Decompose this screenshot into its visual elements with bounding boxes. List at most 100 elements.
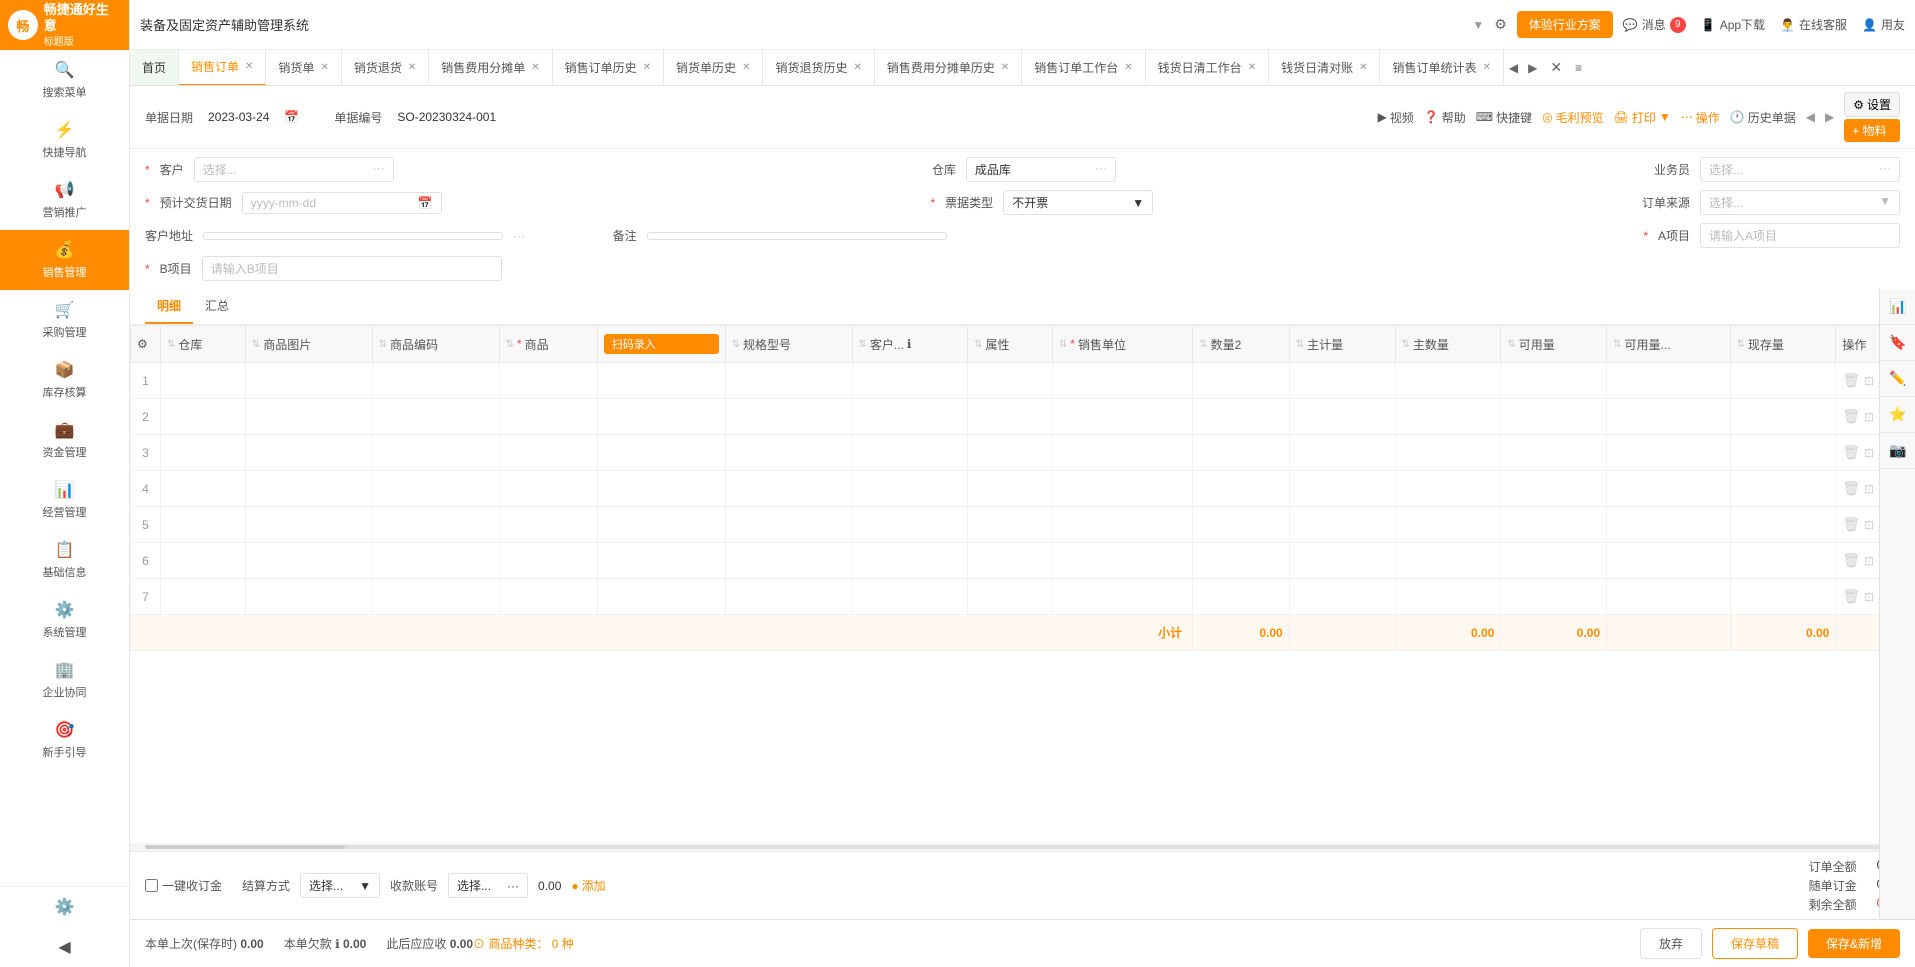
add-material-btn[interactable]: + 物料 xyxy=(1844,119,1900,142)
copy-row-btn[interactable]: ⊡ xyxy=(1864,374,1874,388)
row-available-qty[interactable] xyxy=(1501,471,1607,507)
row-stock-qty[interactable] xyxy=(1730,471,1836,507)
order-source-input[interactable]: 选择... ▼ xyxy=(1700,190,1900,215)
user-btn[interactable]: 👤 用友 xyxy=(1862,16,1905,33)
sidebar-item-search[interactable]: 🔍 搜索菜单 xyxy=(0,50,129,110)
tab-sales-order-stats[interactable]: 销售订单统计表 ✕ xyxy=(1380,50,1503,86)
staff-input[interactable]: 选择... ··· xyxy=(1700,157,1900,182)
row-main-unit[interactable] xyxy=(1289,543,1395,579)
tab-close-icon[interactable]: ✕ xyxy=(1248,62,1256,73)
tab-detail[interactable]: 明细 xyxy=(145,289,193,324)
row-product-code[interactable] xyxy=(372,579,499,615)
row-available-qty[interactable] xyxy=(1501,399,1607,435)
profit-preview-btn[interactable]: ◎ 毛利预览 xyxy=(1542,109,1604,126)
row-spec[interactable] xyxy=(725,579,852,615)
row-product-code[interactable] xyxy=(372,363,499,399)
online-service-btn[interactable]: 👨‍💼 在线客服 xyxy=(1780,16,1847,33)
quick-order-checkbox[interactable]: 一键收订金 xyxy=(145,877,222,894)
tab-close-icon[interactable]: ✕ xyxy=(1124,62,1132,73)
row-main-qty[interactable] xyxy=(1395,579,1501,615)
row-sales-unit[interactable] xyxy=(1052,363,1192,399)
row-scan[interactable] xyxy=(597,543,725,579)
tab-next-btn[interactable]: ▶ xyxy=(1523,61,1542,75)
customer-input[interactable]: 选择... ··· xyxy=(194,157,394,182)
row-stock-qty[interactable] xyxy=(1730,507,1836,543)
row-product-code[interactable] xyxy=(372,399,499,435)
row-product-image[interactable] xyxy=(245,471,372,507)
th-settings[interactable]: ⚙ xyxy=(131,326,161,363)
b-project-input[interactable]: 请输入B项目 xyxy=(202,256,502,281)
sidebar-item-inventory[interactable]: 📦 库存核算 xyxy=(0,350,129,410)
tab-close-icon[interactable]: ✕ xyxy=(1001,62,1009,73)
print-btn[interactable]: 🖨 打印 ▼ xyxy=(1614,109,1671,126)
row-spec[interactable] xyxy=(725,507,852,543)
row-quantity2[interactable] xyxy=(1193,399,1289,435)
row-attributes[interactable] xyxy=(968,471,1053,507)
row-product-code[interactable] xyxy=(372,507,499,543)
tab-sales-order[interactable]: 销售订单 ✕ xyxy=(179,50,266,86)
row-stock-qty[interactable] xyxy=(1730,543,1836,579)
row-customer-code[interactable] xyxy=(852,399,968,435)
copy-row-btn[interactable]: ⊡ xyxy=(1864,554,1874,568)
row-product-image[interactable] xyxy=(245,543,372,579)
tab-close-icon[interactable]: ✕ xyxy=(1359,62,1367,73)
row-warehouse[interactable] xyxy=(161,579,246,615)
row-attributes[interactable] xyxy=(968,399,1053,435)
row-attributes[interactable] xyxy=(968,507,1053,543)
row-customer-code[interactable] xyxy=(852,435,968,471)
shortcut-btn[interactable]: ⌨ 快捷键 xyxy=(1476,109,1532,126)
row-product-image[interactable] xyxy=(245,363,372,399)
copy-row-btn[interactable]: ⊡ xyxy=(1864,518,1874,532)
panel-btn-3[interactable]: ✏️ xyxy=(1880,361,1915,397)
row-main-unit[interactable] xyxy=(1289,471,1395,507)
print-dropdown-icon[interactable]: ▼ xyxy=(1659,110,1671,124)
prev-record-btn[interactable]: ◀ xyxy=(1806,110,1815,124)
tab-close-icon[interactable]: ✕ xyxy=(853,62,861,73)
row-customer-code[interactable] xyxy=(852,543,968,579)
sidebar-item-purchase[interactable]: 🛒 采购管理 xyxy=(0,290,129,350)
row-available-qty2[interactable] xyxy=(1607,543,1730,579)
row-product-name[interactable] xyxy=(499,471,597,507)
tab-sales-order-history[interactable]: 销售订单历史 ✕ xyxy=(553,50,664,86)
row-product-image[interactable] xyxy=(245,435,372,471)
row-warehouse[interactable] xyxy=(161,435,246,471)
row-stock-qty[interactable] xyxy=(1730,363,1836,399)
row-warehouse[interactable] xyxy=(161,399,246,435)
row-main-unit[interactable] xyxy=(1289,363,1395,399)
copy-row-btn[interactable]: ⊡ xyxy=(1864,590,1874,604)
row-sales-unit[interactable] xyxy=(1052,507,1192,543)
row-spec[interactable] xyxy=(725,399,852,435)
row-sales-unit[interactable] xyxy=(1052,579,1192,615)
row-product-name[interactable] xyxy=(499,363,597,399)
row-warehouse[interactable] xyxy=(161,543,246,579)
next-record-btn[interactable]: ▶ xyxy=(1825,110,1834,124)
delivery-date-input[interactable]: yyyy-mm-dd 📅 xyxy=(242,192,442,214)
row-product-code[interactable] xyxy=(372,543,499,579)
row-product-code[interactable] xyxy=(372,471,499,507)
tab-sales-return-goods-history[interactable]: 销货退货历史 ✕ xyxy=(763,50,874,86)
copy-row-btn[interactable]: ⊡ xyxy=(1864,410,1874,424)
delete-row-btn[interactable]: 🗑 xyxy=(1842,588,1860,605)
row-main-unit[interactable] xyxy=(1289,507,1395,543)
row-product-image[interactable] xyxy=(245,399,372,435)
row-main-unit[interactable] xyxy=(1289,579,1395,615)
tab-close-icon[interactable]: ✕ xyxy=(742,62,750,73)
remarks-input[interactable] xyxy=(647,232,947,240)
tab-close-icon[interactable]: ✕ xyxy=(1483,62,1491,73)
invoice-type-select[interactable]: 不开票 ▼ xyxy=(1003,190,1153,215)
warehouse-input[interactable]: 成品库 ··· xyxy=(966,157,1116,182)
row-main-qty[interactable] xyxy=(1395,399,1501,435)
message-btn[interactable]: 💬 消息 9 xyxy=(1623,16,1686,33)
row-customer-code[interactable] xyxy=(852,579,968,615)
dropdown-icon[interactable]: ▼ xyxy=(1472,18,1484,32)
copy-row-btn[interactable]: ⊡ xyxy=(1864,482,1874,496)
tab-summary[interactable]: 汇总 xyxy=(193,289,241,324)
row-sales-unit[interactable] xyxy=(1052,399,1192,435)
sidebar-item-quick-nav[interactable]: ⚡ 快捷导航 xyxy=(0,110,129,170)
row-product-name[interactable] xyxy=(499,399,597,435)
add-payment-btn[interactable]: ● 添加 xyxy=(571,877,605,894)
row-product-name[interactable] xyxy=(499,507,597,543)
row-sales-unit[interactable] xyxy=(1052,471,1192,507)
row-available-qty2[interactable] xyxy=(1607,363,1730,399)
delete-row-btn[interactable]: 🗑 xyxy=(1842,372,1860,389)
